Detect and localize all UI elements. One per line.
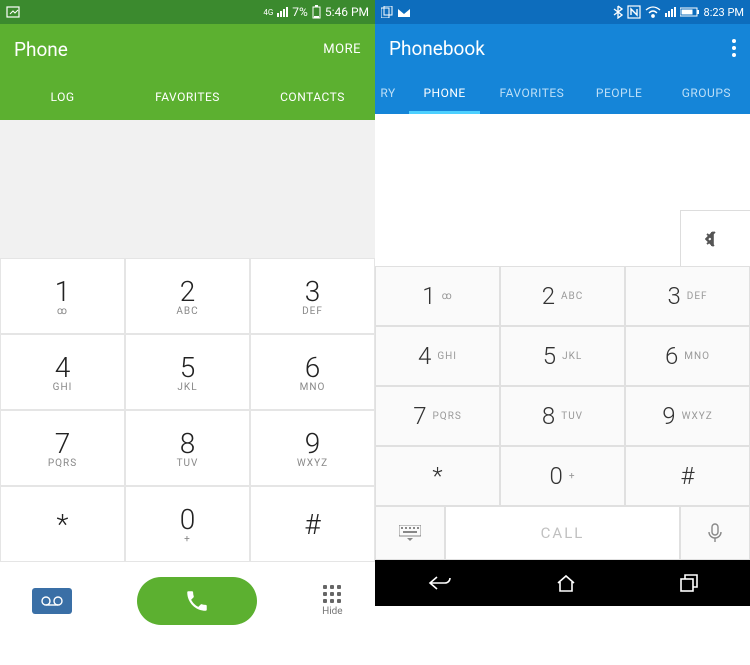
app-title: Phonebook (389, 37, 485, 60)
key-#[interactable]: # (625, 446, 750, 506)
voice-input-button[interactable] (680, 506, 750, 560)
battery-pct: 7% (292, 5, 308, 19)
call-button[interactable]: CALL (445, 506, 680, 560)
samsung-phone-app: 4G 7% 5:46 PM Phone MORE LOG FAVORITES C… (0, 0, 375, 665)
tab-groups[interactable]: GROUPS (663, 72, 750, 114)
number-display (375, 114, 750, 266)
action-bar: CALL (375, 506, 750, 560)
tab-bar: LOG FAVORITES CONTACTS (0, 74, 375, 120)
key-0[interactable]: 0+ (500, 446, 625, 506)
recents-button[interactable] (680, 574, 698, 592)
notification-icons (381, 6, 411, 18)
keypad: 1ꝏ2ABC3DEF 4GHI5JKL6MNO 7PQRS8TUV9WXYZ *0+# (375, 266, 750, 506)
key-6[interactable]: 6MNO (625, 326, 750, 386)
status-bar: 8:23 PM (375, 0, 750, 24)
key-9[interactable]: 9WXYZ (625, 386, 750, 446)
key-4[interactable]: 4GHI (0, 334, 125, 410)
key-1[interactable]: 1ꝏ (0, 258, 125, 334)
key-2[interactable]: 2ABC (125, 258, 250, 334)
nav-bar (375, 560, 750, 606)
clock: 8:23 PM (704, 6, 744, 19)
app-header: Phone MORE (0, 24, 375, 74)
key-8[interactable]: 8TUV (500, 386, 625, 446)
notification-icon (6, 6, 20, 18)
voicemail-button[interactable] (32, 588, 72, 614)
key-0[interactable]: 0+ (125, 486, 250, 562)
key-7[interactable]: 7PQRS (0, 410, 125, 486)
key-*[interactable]: * (0, 486, 125, 562)
hide-keypad-button[interactable] (375, 506, 445, 560)
network-type: 4G (263, 8, 273, 17)
keypad: 1ꝏ2ABC3DEF 4GHI5JKL6MNO 7PQRS8TUV9WXYZ *0+# (0, 258, 375, 562)
keypad-icon (323, 585, 341, 603)
key-1[interactable]: 1ꝏ (375, 266, 500, 326)
tab-history-cut[interactable]: RY (375, 72, 401, 114)
key-3[interactable]: 3DEF (625, 266, 750, 326)
nfc-icon (627, 5, 641, 19)
key-6[interactable]: 6MNO (250, 334, 375, 410)
action-bar: Hide (0, 562, 375, 640)
key-*[interactable]: * (375, 446, 500, 506)
tab-log[interactable]: LOG (0, 74, 125, 120)
backspace-button[interactable] (680, 210, 750, 266)
clock: 5:46 PM (325, 5, 369, 19)
more-button[interactable]: MORE (323, 42, 361, 57)
tab-bar: RY PHONE FAVORITES PEOPLE GROUPS (375, 72, 750, 114)
app-header: Phonebook (375, 24, 750, 72)
number-display (0, 120, 375, 258)
overflow-menu-button[interactable] (732, 39, 736, 57)
tab-phone[interactable]: PHONE (401, 72, 488, 114)
tab-favorites[interactable]: FAVORITES (125, 74, 250, 120)
htc-phonebook-app: 8:23 PM Phonebook RY PHONE FAVORITES PEO… (375, 0, 750, 665)
call-button[interactable] (137, 577, 257, 625)
key-#[interactable]: # (250, 486, 375, 562)
back-button[interactable] (427, 574, 453, 592)
tab-contacts[interactable]: CONTACTS (250, 74, 375, 120)
wifi-icon (645, 6, 661, 18)
hide-label: Hide (322, 606, 343, 617)
signal-icon (665, 7, 676, 17)
key-5[interactable]: 5JKL (500, 326, 625, 386)
home-button[interactable] (556, 574, 576, 592)
key-2[interactable]: 2ABC (500, 266, 625, 326)
hide-keypad-button[interactable]: Hide (322, 585, 343, 617)
tab-favorites[interactable]: FAVORITES (488, 72, 575, 114)
bluetooth-icon (613, 5, 623, 19)
key-3[interactable]: 3DEF (250, 258, 375, 334)
tab-people[interactable]: PEOPLE (576, 72, 663, 114)
battery-icon (312, 5, 321, 19)
key-9[interactable]: 9WXYZ (250, 410, 375, 486)
signal-icon (277, 7, 288, 17)
key-5[interactable]: 5JKL (125, 334, 250, 410)
key-8[interactable]: 8TUV (125, 410, 250, 486)
battery-icon (680, 7, 700, 17)
app-title: Phone (14, 38, 68, 61)
key-4[interactable]: 4GHI (375, 326, 500, 386)
key-7[interactable]: 7PQRS (375, 386, 500, 446)
status-bar: 4G 7% 5:46 PM (0, 0, 375, 24)
